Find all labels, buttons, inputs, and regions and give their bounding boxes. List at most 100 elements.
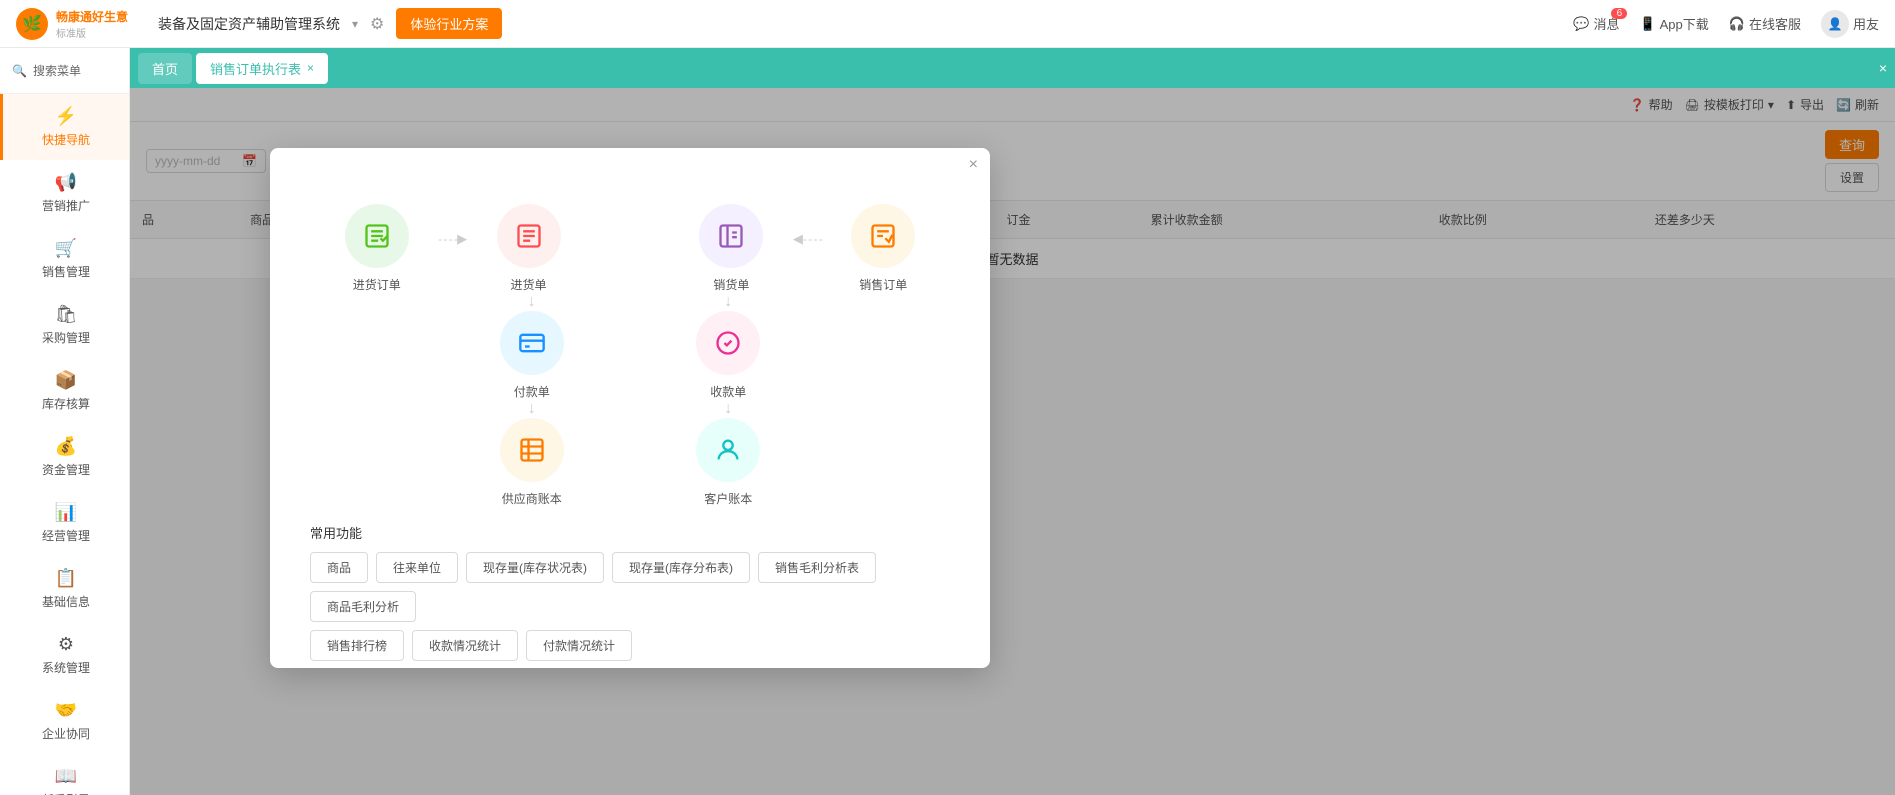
arrow-2: ◀ - - - - bbox=[793, 231, 822, 247]
sidebar: 🔍 搜索菜单 ⚡ 快捷导航 📢 营销推广 🛒 销售管理 🛍 bbox=[0, 48, 130, 795]
basic-info-icon: 📋 bbox=[55, 568, 77, 589]
func-btn-sales-gross[interactable]: 销售毛利分析表 bbox=[758, 552, 876, 583]
app-download-button[interactable]: 📱 App下载 bbox=[1639, 14, 1708, 33]
sidebar-nav: ⚡ 快捷导航 📢 营销推广 🛒 销售管理 🛍 采购管理 📦 库存核算 bbox=[0, 94, 129, 795]
modal-body: 进货订单 - - - - ▶ bbox=[270, 174, 990, 668]
sales-bill-icon bbox=[699, 204, 763, 268]
marketing-icon: 📢 bbox=[55, 172, 77, 193]
sidebar-item-purchase[interactable]: 🛍 采购管理 bbox=[0, 292, 129, 358]
payment-bill-icon bbox=[500, 311, 564, 375]
purchase-icon: 🛍 bbox=[55, 304, 78, 325]
func-buttons-row1: 商品 往来单位 现存量(库存状况表) 现存量(库存分布表) 销售毛利分析表 商品… bbox=[310, 552, 950, 622]
message-button[interactable]: 💬 消息 6 bbox=[1573, 14, 1619, 33]
enterprise-icon: 🤝 bbox=[55, 700, 77, 721]
sales-bill-node: 销货单 bbox=[699, 204, 763, 293]
purchase-order-node: 进货订单 bbox=[345, 204, 409, 293]
service-icon: 🎧 bbox=[1729, 16, 1745, 32]
tab-home[interactable]: 首页 bbox=[138, 53, 192, 84]
flow-diagram: 进货订单 - - - - ▶ bbox=[310, 204, 950, 507]
sidebar-item-inventory[interactable]: 📦 库存核算 bbox=[0, 358, 129, 424]
modal-top-close-area: × bbox=[270, 148, 990, 174]
payment-bill-node: 付款单 bbox=[500, 311, 564, 400]
sidebar-item-enterprise[interactable]: 🤝 企业协同 bbox=[0, 688, 129, 754]
system-icon: ⚙ bbox=[58, 634, 74, 655]
sidebar-item-system[interactable]: ⚙ 系统管理 bbox=[0, 622, 129, 688]
main-area: 🔍 搜索菜单 ⚡ 快捷导航 📢 营销推广 🛒 销售管理 🛍 bbox=[0, 48, 1895, 795]
tab-close-icon[interactable]: × bbox=[307, 61, 314, 75]
settings-icon[interactable]: ⚙ bbox=[370, 14, 384, 34]
content-area: 首页 销售订单执行表 × × ❓ 帮助 bbox=[130, 48, 1895, 795]
func-btn-payment-stats[interactable]: 付款情况统计 bbox=[526, 630, 632, 661]
user-area[interactable]: 👤 用友 bbox=[1821, 10, 1879, 38]
logo-text: 畅康通好生意 标准版 bbox=[56, 8, 128, 40]
finance-icon: 💰 bbox=[55, 436, 77, 457]
purchase-order-icon bbox=[345, 204, 409, 268]
common-functions-section: 常用功能 商品 往来单位 现存量(库存状况表) 现存量(库存分布表) 销售毛利分… bbox=[310, 523, 950, 661]
common-functions-title: 常用功能 bbox=[310, 523, 950, 542]
sidebar-item-quick-nav[interactable]: ⚡ 快捷导航 bbox=[0, 94, 129, 160]
func-btn-product-gross[interactable]: 商品毛利分析 bbox=[310, 591, 416, 622]
tab-close-all[interactable]: × bbox=[1879, 60, 1887, 76]
flow-row4-arrows: ↓ ↓ bbox=[310, 400, 950, 418]
sales-icon: 🛒 bbox=[55, 238, 77, 259]
top-bar: 🌿 畅康通好生意 标准版 装备及固定资产辅助管理系统 ▾ ⚙ 体验行业方案 💬 … bbox=[0, 0, 1895, 48]
flow-modal: × bbox=[270, 148, 990, 668]
down-arrow-payment: ↓ bbox=[500, 400, 564, 418]
func-btn-contacts[interactable]: 往来单位 bbox=[376, 552, 458, 583]
arrow-1: - - - - ▶ bbox=[438, 231, 467, 247]
tab-bar: 首页 销售订单执行表 × × bbox=[130, 48, 1895, 88]
func-btn-sales-ranking[interactable]: 销售排行榜 bbox=[310, 630, 404, 661]
modal-overlay[interactable]: × bbox=[130, 88, 1895, 795]
flow-row3: 付款单 bbox=[310, 311, 950, 400]
func-btn-receipt-stats[interactable]: 收款情况统计 bbox=[412, 630, 518, 661]
flow-row1: 进货订单 - - - - ▶ bbox=[310, 204, 950, 293]
purchase-bill-icon bbox=[497, 204, 561, 268]
logo-icon: 🌿 bbox=[16, 8, 48, 40]
main-content: ❓ 帮助 🖨 按模板打印 ▾ ⬆ 导出 🔄 bbox=[130, 88, 1895, 795]
app-container: 🌿 畅康通好生意 标准版 装备及固定资产辅助管理系统 ▾ ⚙ 体验行业方案 💬 … bbox=[0, 0, 1895, 795]
sales-order-node: 销售订单 bbox=[851, 204, 915, 293]
down-arrow-purchase: ↓ bbox=[500, 293, 564, 311]
quick-nav-icon: ⚡ bbox=[55, 106, 77, 127]
guide-icon: 📖 bbox=[55, 766, 77, 787]
message-icon: 💬 bbox=[1573, 16, 1589, 32]
search-icon: 🔍 bbox=[12, 64, 27, 78]
system-title: 装备及固定资产辅助管理系统 bbox=[158, 14, 340, 34]
logo-area: 🌿 畅康通好生意 标准版 bbox=[16, 8, 146, 40]
receipt-bill-node: 收款单 bbox=[696, 311, 760, 400]
func-buttons-row2: 销售排行榜 收款情况统计 付款情况统计 bbox=[310, 630, 950, 661]
func-btn-stock-dist[interactable]: 现存量(库存分布表) bbox=[612, 552, 750, 583]
sales-order-icon bbox=[851, 204, 915, 268]
func-btn-product[interactable]: 商品 bbox=[310, 552, 368, 583]
download-icon: 📱 bbox=[1639, 16, 1655, 32]
modal-close-button[interactable]: × bbox=[969, 156, 978, 174]
supplier-account-icon bbox=[500, 418, 564, 482]
flow-row2-arrows: ↓ ↓ bbox=[310, 293, 950, 311]
down-arrow-sales: ↓ bbox=[696, 293, 760, 311]
receipt-bill-icon bbox=[696, 311, 760, 375]
title-dropdown-icon[interactable]: ▾ bbox=[352, 17, 358, 31]
tab-sales-order[interactable]: 销售订单执行表 × bbox=[196, 53, 328, 84]
close-all-icon: × bbox=[1879, 60, 1887, 76]
sidebar-search[interactable]: 🔍 搜索菜单 bbox=[0, 48, 129, 94]
sidebar-item-operations[interactable]: 📊 经营管理 bbox=[0, 490, 129, 556]
avatar: 👤 bbox=[1821, 10, 1849, 38]
operations-icon: 📊 bbox=[55, 502, 77, 523]
purchase-bill-node: 进货单 bbox=[497, 204, 561, 293]
sidebar-item-guide[interactable]: 📖 新手引导 bbox=[0, 754, 129, 795]
flow-row5: 供应商账本 bbox=[310, 418, 950, 507]
supplier-account-node: 供应商账本 bbox=[500, 418, 564, 507]
down-arrow-receipt: ↓ bbox=[696, 400, 760, 418]
top-right-area: 💬 消息 6 📱 App下载 🎧 在线客服 👤 用友 bbox=[1573, 10, 1879, 38]
online-service-button[interactable]: 🎧 在线客服 bbox=[1729, 14, 1801, 33]
trial-button[interactable]: 体验行业方案 bbox=[396, 8, 502, 39]
sidebar-item-marketing[interactable]: 📢 营销推广 bbox=[0, 160, 129, 226]
func-btn-stock-status[interactable]: 现存量(库存状况表) bbox=[466, 552, 604, 583]
sidebar-item-sales[interactable]: 🛒 销售管理 bbox=[0, 226, 129, 292]
customer-account-icon bbox=[696, 418, 760, 482]
customer-account-node: 客户账本 bbox=[696, 418, 760, 507]
inventory-icon: 📦 bbox=[55, 370, 77, 391]
search-menu-item[interactable]: 🔍 搜索菜单 bbox=[8, 58, 121, 83]
sidebar-item-basic-info[interactable]: 📋 基础信息 bbox=[0, 556, 129, 622]
sidebar-item-finance[interactable]: 💰 资金管理 bbox=[0, 424, 129, 490]
